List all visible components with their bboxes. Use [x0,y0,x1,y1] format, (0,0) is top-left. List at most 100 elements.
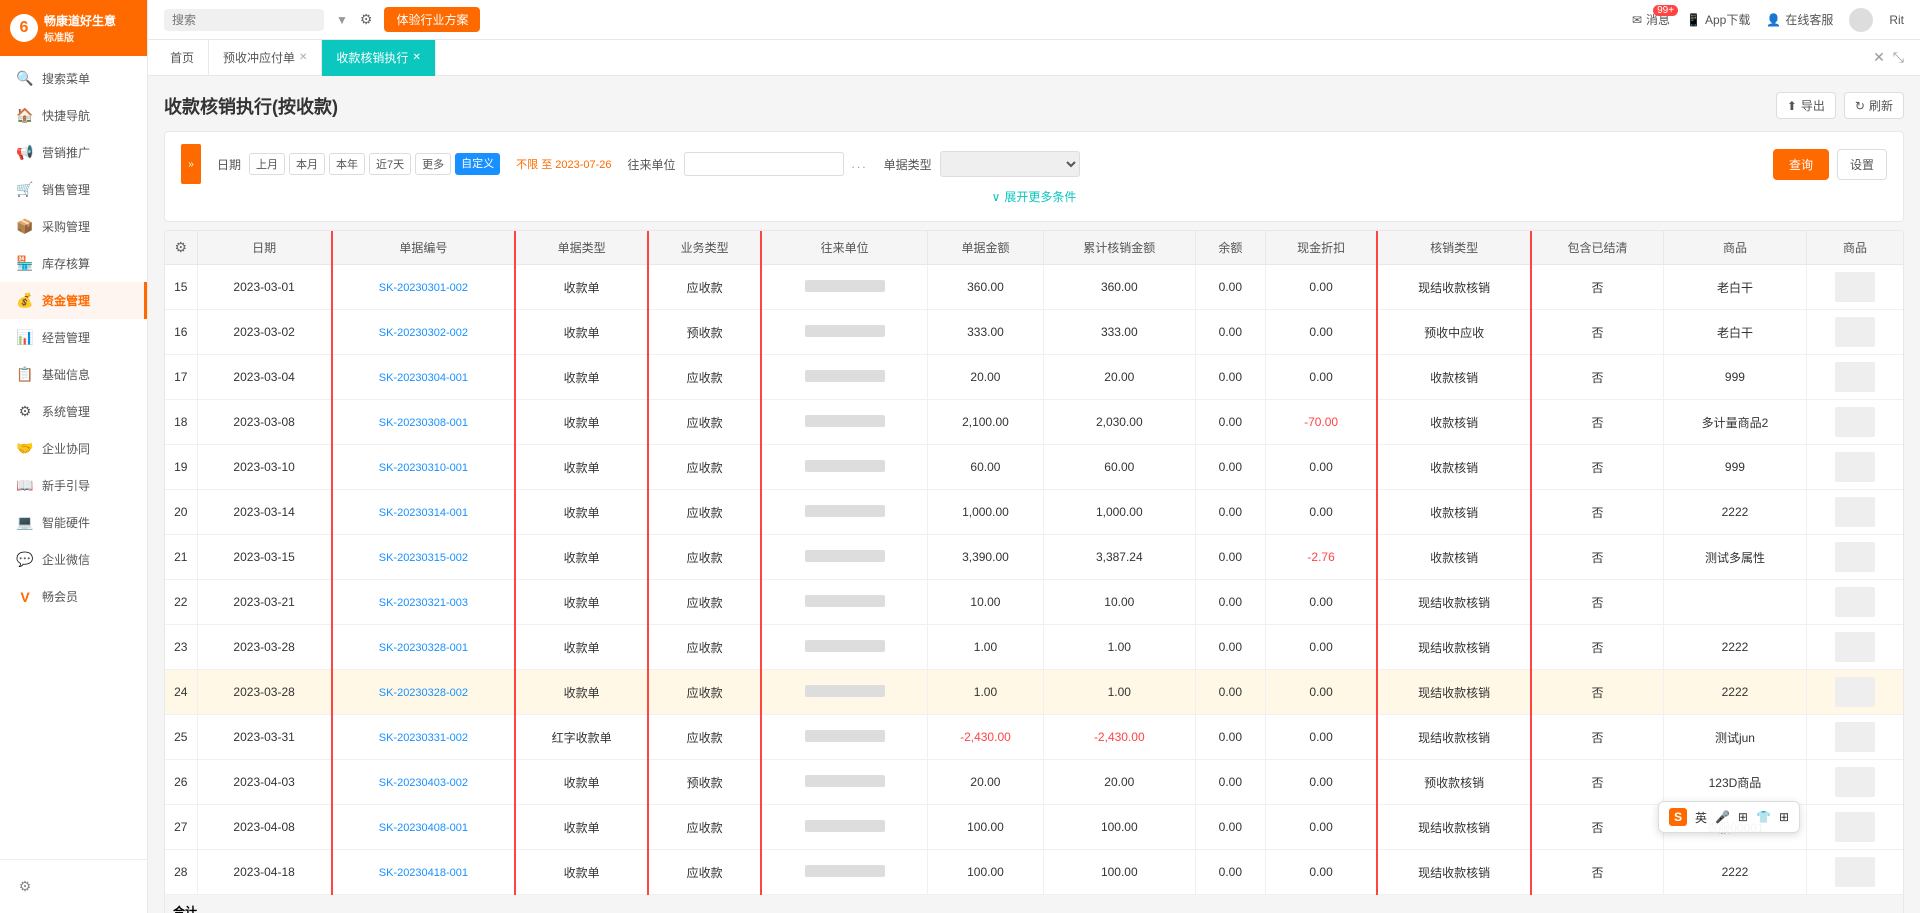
row-doc-no[interactable]: SK-20230408-001 [332,805,515,850]
row-doc-type: 收款单 [515,625,648,670]
online-service-button[interactable]: 👤 在线客服 [1766,11,1833,28]
sidebar-item-shortcuts[interactable]: 🏠 快捷导航 [0,97,147,134]
query-button[interactable]: 查询 [1773,149,1829,180]
row-include-clear: 否 [1531,715,1663,760]
voucher-type-select[interactable] [940,151,1080,177]
tab-receivable[interactable]: 预收冲应付单 ✕ [209,40,322,76]
filter-expand-button[interactable]: » [181,144,201,184]
sidebar-item-label: 企业微信 [42,551,90,568]
row-verified: 1,000.00 [1043,490,1195,535]
row-no: 22 [165,580,197,625]
row-doc-no[interactable]: SK-20230331-002 [332,715,515,760]
row-doc-no[interactable]: SK-20230304-001 [332,355,515,400]
expand-icon: ∨ [992,190,1001,204]
row-doc-type: 收款单 [515,265,648,310]
row-product2 [1806,715,1903,760]
tabs-expand-icon[interactable]: ⤡ [1893,49,1904,66]
sidebar-item-search[interactable]: 🔍 搜索菜单 [0,60,147,97]
sidebar-item-purchase[interactable]: 📦 采购管理 [0,208,147,245]
row-product: 测试jun [1663,715,1806,760]
row-biz-type: 应收款 [648,805,761,850]
sidebar-item-wechat[interactable]: 💬 企业微信 [0,541,147,578]
data-table: ⚙ 日期 单据编号 单据类型 业务类型 往来单位 单据金额 累计核销金额 余额 … [165,231,1903,913]
row-doc-no[interactable]: SK-20230418-001 [332,850,515,895]
row-doc-no[interactable]: SK-20230328-002 [332,670,515,715]
table-body: 15 2023-03-01 SK-20230301-002 收款单 应收款 36… [165,265,1903,895]
col-gear[interactable]: ⚙ [165,231,197,265]
row-amount: 100.00 [928,805,1044,850]
row-product2 [1806,265,1903,310]
tab-collection[interactable]: 收款核销执行 ✕ [322,40,435,76]
date-btn-this-year[interactable]: 本年 [329,153,365,175]
base-icon: 📋 [16,366,34,383]
sidebar-item-settings[interactable]: ⚙ [0,868,147,905]
row-no: 24 [165,670,197,715]
filter-partner-group: 往来单位 ... [628,152,868,176]
row-doc-no[interactable]: SK-20230314-001 [332,490,515,535]
settings-icon: ⚙ [16,878,34,895]
row-doc-no[interactable]: SK-20230315-002 [332,535,515,580]
app-download-button[interactable]: 📱 App下载 [1686,11,1750,28]
date-btn-7days[interactable]: 近7天 [369,153,411,175]
setting-button[interactable]: 设置 [1837,149,1887,180]
sidebar-item-marketing[interactable]: 📢 营销推广 [0,134,147,171]
tab-receivable-close[interactable]: ✕ [299,52,307,63]
sidebar-item-base[interactable]: 📋 基础信息 [0,356,147,393]
row-verified: 3,387.24 [1043,535,1195,580]
sidebar-item-system[interactable]: ⚙ 系统管理 [0,393,147,430]
sidebar-item-inventory[interactable]: 🏪 库存核算 [0,245,147,282]
tab-home[interactable]: 首页 [156,40,209,76]
col-amount: 单据金额 [928,231,1044,265]
expand-more-button[interactable]: ∨ 展开更多条件 [992,188,1077,205]
table-row: 24 2023-03-28 SK-20230328-002 收款单 应收款 1.… [165,670,1903,715]
row-partner [761,400,928,445]
sidebar-item-hardware[interactable]: 💻 智能硬件 [0,504,147,541]
row-verify-type: 收款核销 [1377,535,1531,580]
sidebar-item-guide[interactable]: 📖 新手引导 [0,467,147,504]
sidebar-item-operations[interactable]: 📊 经营管理 [0,319,147,356]
row-doc-no[interactable]: SK-20230301-002 [332,265,515,310]
row-amount: 10.00 [928,580,1044,625]
row-partner [761,445,928,490]
row-date: 2023-03-15 [197,535,332,580]
date-btn-more[interactable]: 更多 [415,153,451,175]
tab-collection-label: 收款核销执行 [336,49,408,66]
topbar-gear-icon[interactable]: ⚙ [360,11,373,28]
topbar-search-input[interactable] [164,9,324,31]
solution-button[interactable]: 体验行业方案 [384,7,480,32]
row-doc-no[interactable]: SK-20230302-002 [332,310,515,355]
row-no: 25 [165,715,197,760]
partner-filter-input[interactable] [684,152,844,176]
row-doc-no[interactable]: SK-20230308-001 [332,400,515,445]
row-verified: 100.00 [1043,850,1195,895]
tabs-close-icon[interactable]: ✕ [1873,49,1885,66]
user-avatar[interactable] [1849,8,1873,32]
sidebar-item-enterprise[interactable]: 🤝 企业协同 [0,430,147,467]
sidebar-item-member[interactable]: V 畅会员 [0,578,147,615]
messages-button[interactable]: ✉ 消息 99+ [1632,11,1670,28]
row-doc-type: 收款单 [515,805,648,850]
online-service-label: 在线客服 [1785,11,1833,28]
row-include-clear: 否 [1531,265,1663,310]
refresh-button[interactable]: ↻ 刷新 [1844,92,1904,119]
row-doc-no[interactable]: SK-20230403-002 [332,760,515,805]
row-doc-no[interactable]: SK-20230310-001 [332,445,515,490]
phone-icon: 📱 [1686,13,1701,27]
date-btn-this-month[interactable]: 本月 [289,153,325,175]
row-verify-type: 现结收款核销 [1377,625,1531,670]
col-verified: 累计核销金额 [1043,231,1195,265]
export-button[interactable]: ⬆ 导出 [1776,92,1836,119]
sidebar-item-finance[interactable]: 💰 资金管理 [0,282,147,319]
row-doc-no[interactable]: SK-20230328-001 [332,625,515,670]
row-balance: 0.00 [1195,625,1265,670]
tabs-bar: 首页 预收冲应付单 ✕ 收款核销执行 ✕ ✕ ⤡ [148,40,1920,76]
date-btn-last-month[interactable]: 上月 [249,153,285,175]
sidebar-item-sales[interactable]: 🛒 销售管理 [0,171,147,208]
row-doc-no[interactable]: SK-20230321-003 [332,580,515,625]
row-verify-type: 现结收款核销 [1377,265,1531,310]
filter-date-group: 日期 上月 本月 本年 近7天 更多 自定义 [217,153,500,175]
table-row: 17 2023-03-04 SK-20230304-001 收款单 应收款 20… [165,355,1903,400]
tab-collection-close[interactable]: ✕ [412,52,420,63]
topbar-arrow-icon[interactable]: ▼ [336,13,348,27]
row-product2 [1806,760,1903,805]
